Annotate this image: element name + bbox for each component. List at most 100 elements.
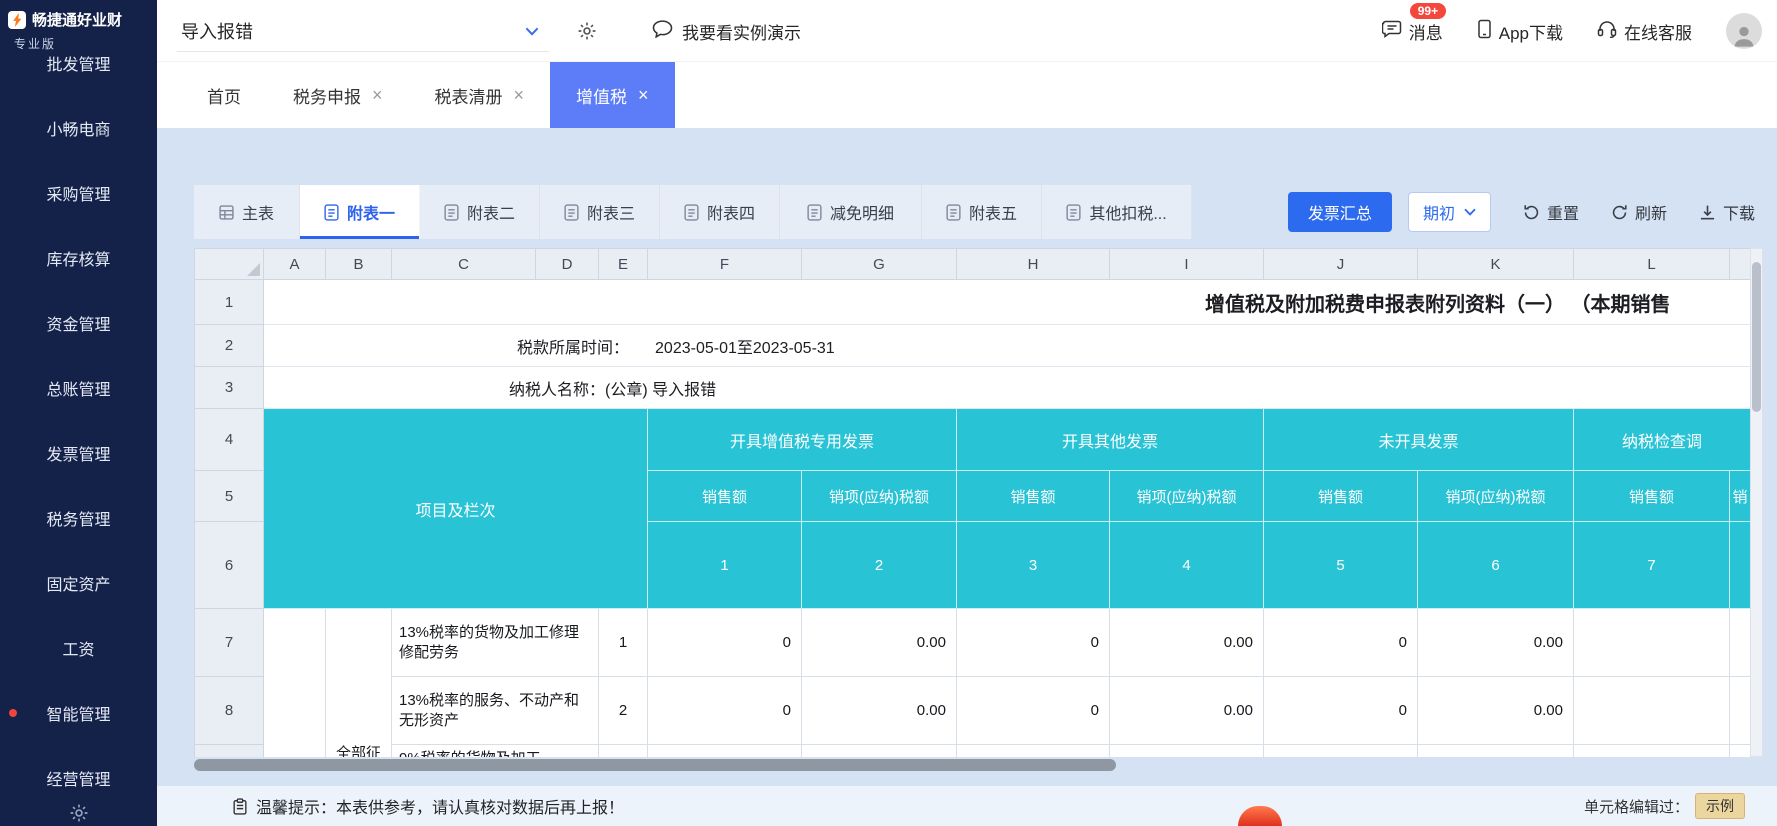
header-col-number: 6 [1418,522,1574,609]
empty-cell[interactable] [1418,745,1574,757]
row-header-2[interactable]: 2 [195,325,264,367]
value-cell[interactable]: 0.00 [1110,677,1264,745]
close-icon[interactable]: × [372,86,383,104]
row-header-8[interactable]: 8 [195,677,264,745]
col-header-K[interactable]: K [1418,249,1574,280]
vertical-scrollbar-thumb[interactable] [1752,262,1761,412]
sidebar-item-smart-management[interactable]: 智能管理 [0,680,157,745]
subtab-schedule-1-active[interactable]: 附表一 [300,185,420,239]
close-icon[interactable]: × [638,86,649,104]
value-cell[interactable]: 0 [648,677,802,745]
empty-cell[interactable] [1574,609,1730,677]
subtab-other-deduction[interactable]: 其他扣税... [1042,185,1192,239]
invoice-summary-button[interactable]: 发票汇总 [1287,192,1392,232]
sidebar-gear-icon[interactable] [68,802,90,826]
empty-cell[interactable] [1730,609,1750,677]
empty-cell[interactable] [802,745,957,757]
subtab-reduction-detail[interactable]: 减免明细 [780,185,922,239]
row-header-1[interactable]: 1 [195,280,264,325]
empty-cell[interactable] [1730,677,1750,745]
period-initial-dropdown[interactable]: 期初 [1407,192,1491,232]
subtab-schedule-4[interactable]: 附表四 [660,185,780,239]
empty-cell[interactable] [1110,745,1264,757]
value-cell[interactable]: 0.00 [1418,677,1574,745]
close-icon[interactable]: × [514,86,525,104]
sidebar-item-label: 税务管理 [46,511,111,529]
messages-button[interactable]: 99+ 消息 [1381,2,1447,44]
empty-cell[interactable] [957,745,1110,757]
col-header-F[interactable]: F [648,249,802,280]
col-header-partial[interactable] [1730,249,1750,280]
sidebar-item-invoice-management[interactable]: 发票管理 [0,420,157,485]
table-row-partial: 9%税率的货物及加工 [392,745,1750,757]
app-download-button[interactable]: App下载 [1477,19,1563,44]
value-cell[interactable]: 0 [1264,677,1418,745]
tab-tax-filing[interactable]: 税务申报 × [267,62,409,128]
col-header-D[interactable]: D [536,249,599,280]
refresh-button[interactable]: 刷新 [1611,200,1667,224]
row-header-5[interactable]: 5 [195,471,264,522]
subtab-main-table[interactable]: 主表 [194,185,300,239]
sidebar-item-tax-management[interactable]: 税务管理 [0,485,157,550]
empty-cell[interactable] [1730,745,1750,757]
tab-home[interactable]: 首页 [181,62,267,128]
row-header-4[interactable]: 4 [195,409,264,471]
sidebar-item-xiaochang-ecommerce[interactable]: 小畅电商 [0,95,157,160]
row-header-6[interactable]: 6 [195,522,264,609]
col-header-J[interactable]: J [1264,249,1418,280]
value-cell[interactable]: 0 [648,609,802,677]
col-header-G[interactable]: G [802,249,957,280]
value-cell[interactable]: 0 [1264,609,1418,677]
row-header-3[interactable]: 3 [195,367,264,409]
unread-dot [9,708,17,717]
tab-tax-register[interactable]: 税表清册 × [409,62,551,128]
value-cell[interactable]: 0.00 [1418,609,1574,677]
settings-gear-icon[interactable] [576,20,598,42]
subtab-label: 其他扣税... [1089,206,1167,223]
empty-cell[interactable] [1574,677,1730,745]
col-header-H[interactable]: H [957,249,1110,280]
row-header-9-partial[interactable] [195,745,264,757]
line-number-cell[interactable] [599,745,648,757]
line-number-cell[interactable]: 2 [599,677,648,745]
empty-cell[interactable] [648,745,802,757]
col-header-E[interactable]: E [599,249,648,280]
subtab-schedule-3[interactable]: 附表三 [540,185,660,239]
reset-button[interactable]: 重置 [1523,200,1579,224]
subtab-schedule-5[interactable]: 附表五 [922,185,1042,239]
sidebar-item-general-ledger[interactable]: 总账管理 [0,355,157,420]
subtab-label: 附表三 [586,206,635,223]
value-cell[interactable]: 0 [957,677,1110,745]
col-header-A[interactable]: A [264,249,326,280]
subtab-schedule-2[interactable]: 附表二 [420,185,540,239]
value-cell[interactable]: 0.00 [1110,609,1264,677]
empty-cell[interactable] [1574,745,1730,757]
download-button[interactable]: 下载 [1699,200,1755,224]
import-error-dropdown[interactable]: 导入报错 [177,10,549,52]
tab-vat-active[interactable]: 增值税 × [550,62,675,128]
empty-cell[interactable] [1264,745,1418,757]
col-header-L[interactable]: L [1574,249,1730,280]
sidebar-item-inventory-accounting[interactable]: 库存核算 [0,225,157,290]
select-all-corner[interactable] [195,249,264,280]
row-header-7[interactable]: 7 [195,609,264,677]
sidebar-item-payroll[interactable]: 工资 [0,615,157,680]
online-support-button[interactable]: 在线客服 [1597,19,1692,44]
col-header-I[interactable]: I [1110,249,1264,280]
col-header-B[interactable]: B [326,249,392,280]
sidebar-item-purchase-management[interactable]: 采购管理 [0,160,157,225]
warm-tip: 温馨提示：本表供参考，请认真核对数据后再上报！ [232,794,624,818]
value-cell[interactable]: 0.00 [802,609,957,677]
sidebar-item-funds-management[interactable]: 资金管理 [0,290,157,355]
horizontal-scrollbar-thumb[interactable] [194,759,1116,771]
value-cell[interactable]: 0.00 [802,677,957,745]
col-header-C[interactable]: C [392,249,536,280]
demo-link[interactable]: 我要看实例演示 [652,0,801,62]
sidebar-item-fixed-assets[interactable]: 固定资产 [0,550,157,615]
edited-cell-legend: 单元格编辑过： 示例 [1584,793,1745,819]
sidebar-item-label: 固定资产 [46,576,111,594]
user-avatar[interactable] [1726,13,1762,49]
value-cell[interactable]: 0 [957,609,1110,677]
line-number-cell[interactable]: 1 [599,609,648,677]
sidebar-item-business-management[interactable]: 经营管理 [0,745,157,810]
